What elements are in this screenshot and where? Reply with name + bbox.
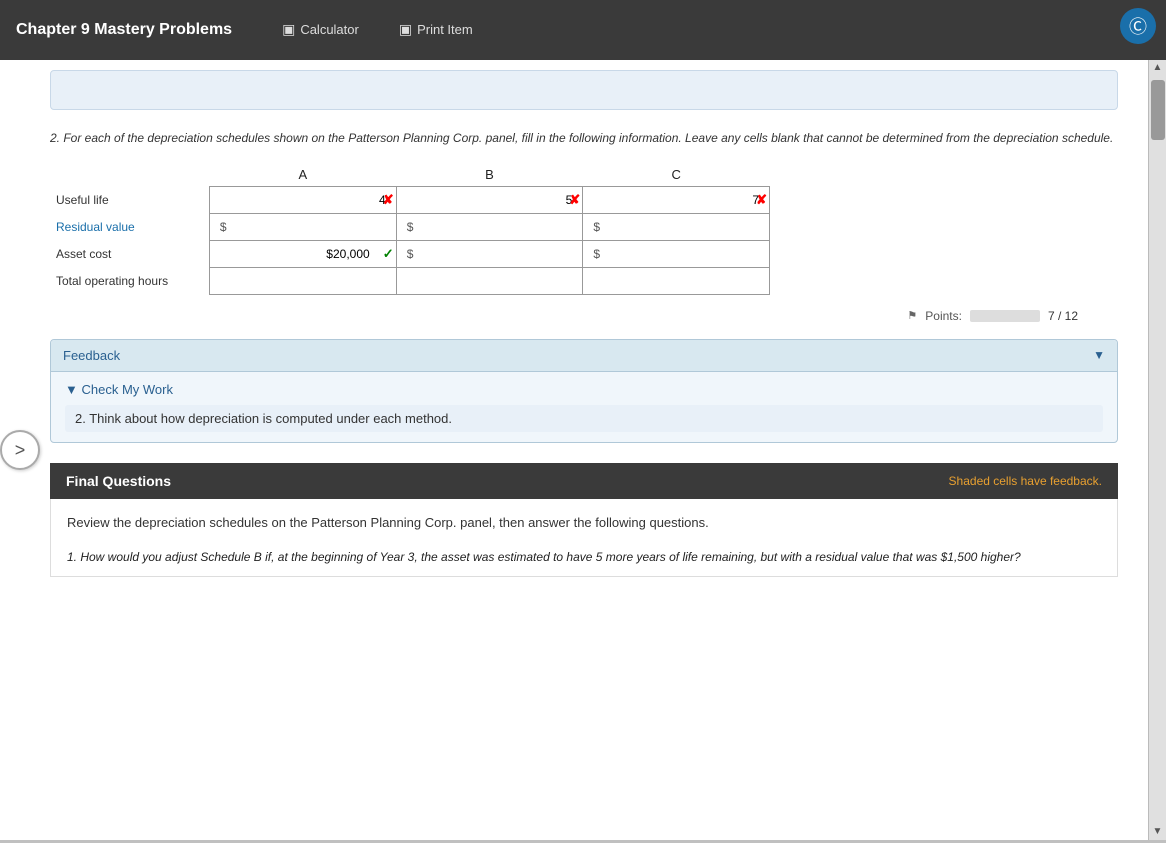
points-flag-icon: ⚑ [907, 309, 917, 322]
main-content: > 2. For each of the depreciation schedu… [0, 60, 1166, 840]
points-display: 7 / 12 [1048, 309, 1078, 323]
asset-cost-b-cell[interactable]: $ [396, 240, 583, 267]
print-icon: ▣ [399, 21, 412, 38]
fq-question-1: 1. How would you adjust Schedule B if, a… [67, 548, 1101, 566]
col-header-a: A [209, 163, 396, 187]
residual-value-c-input[interactable] [603, 218, 761, 236]
operating-hours-a-input[interactable] [216, 272, 390, 290]
row-label-residual-value: Residual value [50, 213, 209, 240]
calculator-button[interactable]: ▣ Calculator [272, 15, 369, 46]
operating-hours-b-input[interactable] [403, 272, 577, 290]
final-questions-title: Final Questions [66, 473, 171, 489]
points-label: Points: [925, 309, 962, 323]
row-label-useful-life: Useful life [50, 186, 209, 213]
asset-cost-c-input[interactable] [603, 245, 761, 263]
top-bar: Chapter 9 Mastery Problems ▣ Calculator … [0, 0, 1166, 60]
col-header-c: C [583, 163, 770, 187]
shaded-feedback-label: Shaded cells have feedback. [949, 474, 1102, 488]
depreciation-table: A B C Useful life ✘ ✘ [50, 163, 770, 295]
useful-life-c-input[interactable] [589, 191, 763, 209]
feedback-body: ▼ Check My Work 2. Think about how depre… [51, 372, 1117, 442]
dollar-prefix: $ [403, 247, 414, 261]
feedback-label: Feedback [63, 348, 120, 363]
feedback-section: Feedback ▼ ▼ Check My Work 2. Think abou… [50, 339, 1118, 443]
useful-life-a-cell[interactable]: ✘ [209, 186, 396, 213]
asset-cost-b-input[interactable] [417, 245, 575, 263]
residual-value-c-cell[interactable]: $ [583, 213, 770, 240]
scrollbar[interactable]: ▲ ▼ [1148, 60, 1166, 840]
nav-forward-button[interactable]: > [0, 430, 40, 470]
residual-value-a-cell[interactable]: $ [209, 213, 396, 240]
asset-cost-a-input[interactable] [216, 245, 390, 263]
feedback-body-text: 2. Think about how depreciation is compu… [65, 405, 1103, 432]
operating-hours-a-cell[interactable] [209, 267, 396, 294]
residual-value-b-input[interactable] [417, 218, 575, 236]
dollar-prefix: $ [589, 247, 600, 261]
scrollbar-thumb[interactable] [1151, 80, 1165, 140]
print-button[interactable]: ▣ Print Item [389, 15, 483, 46]
useful-life-b-input[interactable] [403, 191, 577, 209]
chevron-down-icon: ▼ [1093, 348, 1105, 362]
table-row: Total operating hours [50, 267, 770, 294]
operating-hours-b-cell[interactable] [396, 267, 583, 294]
useful-life-c-cell[interactable]: ✘ [583, 186, 770, 213]
fq-intro-text: Review the depreciation schedules on the… [67, 515, 1101, 530]
top-partial-panel [50, 70, 1118, 110]
final-questions-body: Review the depreciation schedules on the… [50, 499, 1118, 577]
final-questions-bar: Final Questions Shaded cells have feedba… [50, 463, 1118, 499]
useful-life-b-cell[interactable]: ✘ [396, 186, 583, 213]
asset-cost-a-cell[interactable]: ✓ [209, 240, 396, 267]
residual-value-a-input[interactable] [230, 218, 388, 236]
points-bar-background [970, 310, 1040, 322]
calculator-icon: ▣ [282, 21, 295, 38]
empty-header [50, 163, 209, 187]
asset-cost-c-cell[interactable]: $ [583, 240, 770, 267]
scroll-up-arrow[interactable]: ▲ [1150, 62, 1166, 76]
scroll-down-arrow[interactable]: ▼ [1150, 826, 1166, 840]
calculator-label: Calculator [300, 22, 359, 37]
x-icon: ✘ [569, 192, 580, 208]
row-label-operating-hours: Total operating hours [50, 267, 209, 294]
points-row: ⚑ Points: 7 / 12 [50, 309, 1118, 323]
useful-life-a-input[interactable] [216, 191, 390, 209]
table-row: Asset cost ✓ $ $ [50, 240, 770, 267]
dollar-prefix: $ [589, 220, 600, 234]
instructions-text: 2. For each of the depreciation schedule… [50, 130, 1118, 147]
check-my-work-button[interactable]: ▼ Check My Work [65, 382, 1103, 397]
residual-value-link[interactable]: Residual value [56, 220, 135, 234]
table-row: Residual value $ $ $ [50, 213, 770, 240]
feedback-header[interactable]: Feedback ▼ [51, 340, 1117, 372]
x-icon: ✘ [756, 192, 767, 208]
operating-hours-c-input[interactable] [589, 272, 763, 290]
residual-value-b-cell[interactable]: $ [396, 213, 583, 240]
dollar-prefix: $ [403, 220, 414, 234]
content-wrapper: 2. For each of the depreciation schedule… [0, 60, 1148, 840]
print-label: Print Item [417, 22, 473, 37]
dollar-prefix: $ [216, 220, 227, 234]
x-icon: ✘ [383, 192, 394, 208]
operating-hours-c-cell[interactable] [583, 267, 770, 294]
user-icon[interactable]: Ⓒ [1120, 8, 1156, 44]
table-row: Useful life ✘ ✘ ✘ [50, 186, 770, 213]
page-title: Chapter 9 Mastery Problems [16, 21, 232, 39]
row-label-asset-cost: Asset cost [50, 240, 209, 267]
col-header-b: B [396, 163, 583, 187]
check-icon: ✓ [383, 246, 394, 262]
